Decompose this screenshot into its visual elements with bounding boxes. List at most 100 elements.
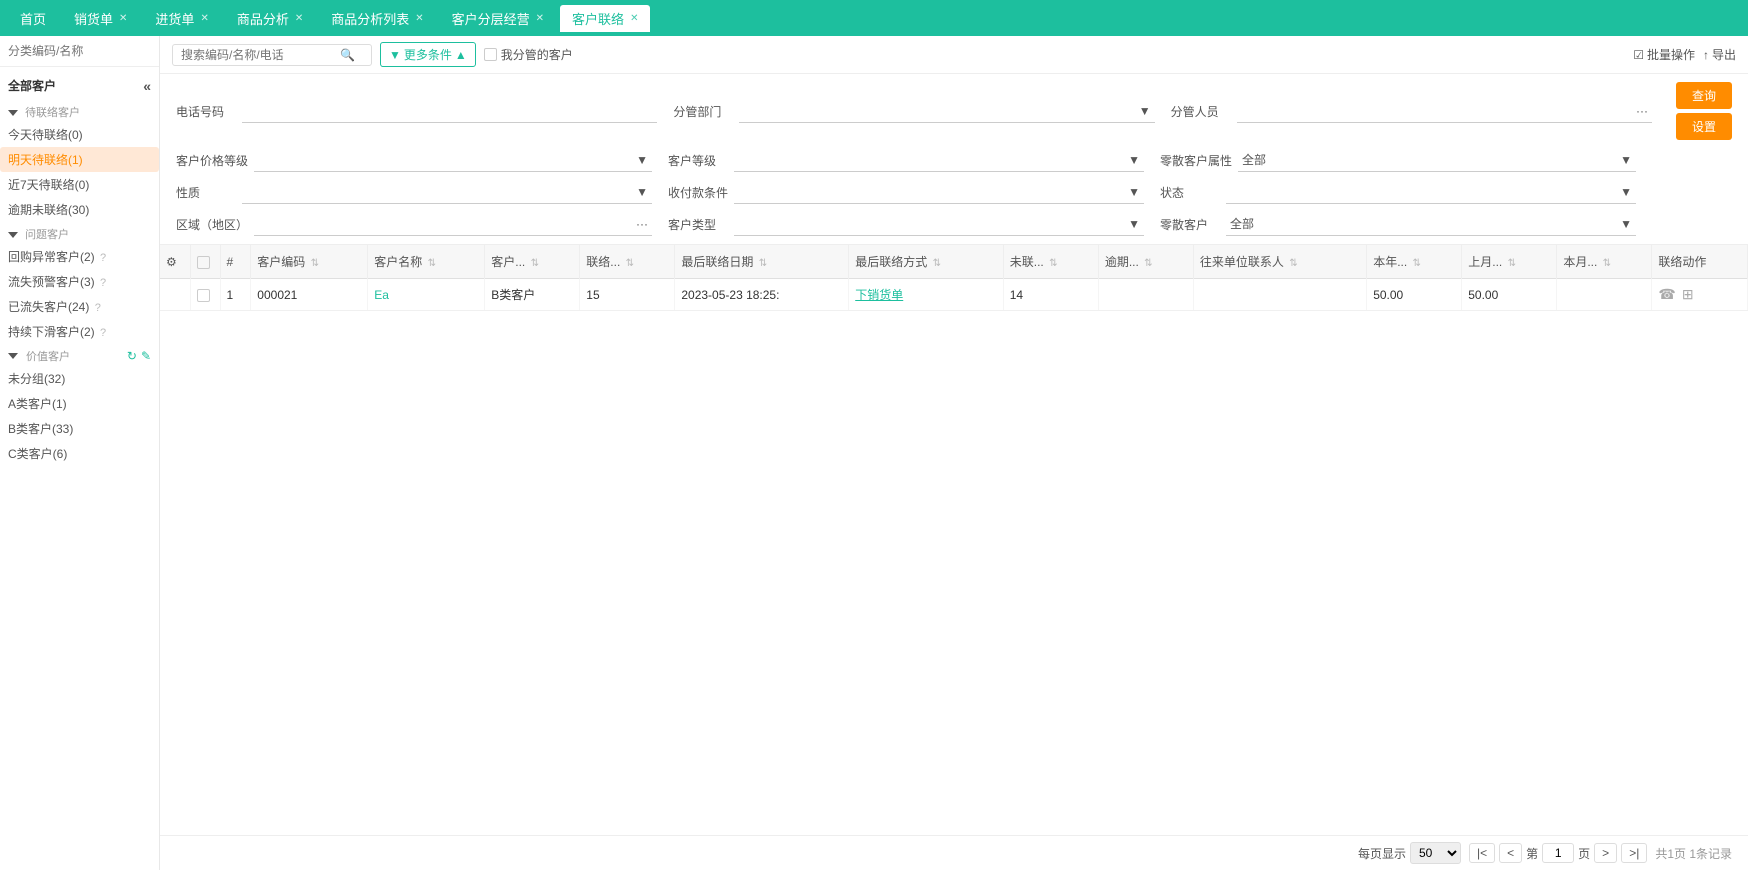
payment-chevron: ▼ <box>1128 185 1140 199</box>
filter-retail-attr-select[interactable]: 全部 ▼ <box>1238 148 1636 172</box>
nav-item-analysis[interactable]: 商品分析 ✕ <box>225 5 315 32</box>
sidebar-item-week-pending[interactable]: 近7天待联络(0) <box>0 172 159 197</box>
batch-checkbox-icon: ☑ <box>1633 48 1644 62</box>
filter-payment-select[interactable]: ▼ <box>734 180 1144 204</box>
nav-close-customer-contact[interactable]: ✕ <box>630 13 638 24</box>
sort-overdue-icon[interactable]: ⇅ <box>1144 258 1152 269</box>
sidebar-item-ungrouped[interactable]: 未分组(32) <box>0 366 159 391</box>
row-actions: ☎ ⊞ <box>1652 279 1748 311</box>
row-method-link[interactable]: 下销货单 <box>855 288 903 302</box>
sidebar-item-overdue-pending[interactable]: 逾期未联络(30) <box>0 197 159 222</box>
page-size-control: 每页显示 50 100 200 <box>1358 842 1461 864</box>
export-icon: ↑ <box>1703 48 1709 62</box>
gear-config-icon[interactable]: ⚙ <box>166 255 177 269</box>
table-row: 1 000021 Ea B类客户 15 2023-05-23 18:25: 下销… <box>160 279 1748 311</box>
sort-person-icon[interactable]: ⇅ <box>1289 258 1297 269</box>
manager-dots-icon[interactable]: ··· <box>1636 104 1648 118</box>
filter-manager-select[interactable]: ··· <box>1237 99 1652 123</box>
filter-search-icon[interactable]: 🔍 <box>340 48 355 62</box>
sidebar-item-repurchase-abnormal[interactable]: 回购异常客户(2) ? <box>0 244 159 269</box>
sort-last-month-icon[interactable]: ⇅ <box>1508 258 1516 269</box>
sidebar-item-lost-customers[interactable]: 已流失客户(24) ? <box>0 294 159 319</box>
nav-close-purchase[interactable]: ✕ <box>200 13 208 24</box>
refresh-icon-value[interactable]: ↻ <box>127 349 137 363</box>
filter-customer-type-select[interactable]: ▼ <box>734 212 1144 236</box>
nav-item-customer-contact[interactable]: 客户联络 ✕ <box>560 5 650 32</box>
filter-price-level-select[interactable]: ▼ <box>254 148 652 172</box>
row-this-year: 50.00 <box>1367 279 1462 311</box>
export-button[interactable]: ↑ 导出 <box>1703 46 1736 63</box>
sidebar-collapse-icon[interactable]: « <box>143 78 151 94</box>
filter-retail-customer-select[interactable]: 全部 ▼ <box>1226 212 1636 236</box>
sort-method-icon[interactable]: ⇅ <box>933 258 941 269</box>
query-button[interactable]: 查询 <box>1676 82 1732 109</box>
filter-nature-select[interactable]: ▼ <box>242 180 652 204</box>
th-actions: 联络动作 <box>1652 245 1748 279</box>
row-last-date: 2023-05-23 18:25: <box>675 279 849 311</box>
filter-phone-input[interactable] <box>242 99 657 123</box>
nav-item-home[interactable]: 首页 <box>8 5 58 32</box>
sort-this-month-icon[interactable]: ⇅ <box>1603 258 1611 269</box>
page-number-input[interactable] <box>1542 843 1574 863</box>
first-page-button[interactable]: |< <box>1469 843 1495 863</box>
sidebar-item-b-class[interactable]: B类客户(33) <box>0 416 159 441</box>
sidebar-item-today-pending[interactable]: 今天待联络(0) <box>0 122 159 147</box>
nav-item-sales[interactable]: 销货单 ✕ <box>62 5 139 32</box>
filter-customer-level-field: 客户等级 ▼ <box>668 148 1144 172</box>
adv-filter-row1: 电话号码 分管部门 ▼ 分管人员 ··· <box>176 82 1732 140</box>
sort-code-icon[interactable]: ⇅ <box>311 258 319 269</box>
filter-more-conditions[interactable]: ▼ 更多条件 ▲ <box>380 42 476 67</box>
funnel-icon: ▼ <box>389 48 401 62</box>
sidebar-search-input[interactable] <box>8 44 160 58</box>
sort-name-icon[interactable]: ⇅ <box>428 258 436 269</box>
th-this-month: 本月... ⇅ <box>1557 245 1652 279</box>
row-contact-person <box>1193 279 1366 311</box>
batch-ops-button[interactable]: ☑ 批量操作 <box>1633 46 1695 63</box>
prev-page-button[interactable]: < <box>1499 843 1522 863</box>
row-action-phone-icon[interactable]: ☎ <box>1658 286 1675 303</box>
nav-close-sales[interactable]: ✕ <box>119 13 127 24</box>
set-button[interactable]: 设置 <box>1676 113 1732 140</box>
sidebar-item-declining[interactable]: 持续下滑客户(2) ? <box>0 319 159 344</box>
select-all-checkbox[interactable] <box>197 256 210 269</box>
sidebar-all-customers[interactable]: 全部客户 « <box>8 73 151 98</box>
sidebar-item-tomorrow-pending[interactable]: 明天待联络(1) <box>0 147 159 172</box>
row-code: 000021 <box>251 279 368 311</box>
page-size-select[interactable]: 50 100 200 <box>1410 842 1461 864</box>
sort-type-icon[interactable]: ⇅ <box>531 258 539 269</box>
help-icon-churn: ? <box>100 277 106 289</box>
edit-icon-value[interactable]: ✎ <box>141 349 151 363</box>
adv-filter-row3: 性质 ▼ 收付款条件 ▼ 状态 <box>176 180 1732 204</box>
sidebar-item-churn-warning[interactable]: 流失预警客户(3) ? <box>0 269 159 294</box>
nav-close-analysis[interactable]: ✕ <box>295 13 303 24</box>
row-select-checkbox[interactable] <box>197 289 210 302</box>
row-action-grid-icon[interactable]: ⊞ <box>1682 286 1694 303</box>
phone-input[interactable] <box>246 104 653 118</box>
sidebar-item-c-class[interactable]: C类客户(6) <box>0 441 159 466</box>
nav-item-customer-tier[interactable]: 客户分层经营 ✕ <box>440 5 556 32</box>
sort-contact-icon[interactable]: ⇅ <box>626 258 634 269</box>
filter-dept-select[interactable]: ▼ <box>739 99 1154 123</box>
th-last-month: 上月... ⇅ <box>1462 245 1557 279</box>
sort-date-icon[interactable]: ⇅ <box>759 258 767 269</box>
nav-item-purchase[interactable]: 进货单 ✕ <box>143 5 220 32</box>
nav-item-analysis-list[interactable]: 商品分析列表 ✕ <box>319 5 435 32</box>
filter-status-select[interactable]: ▼ <box>1226 180 1636 204</box>
next-page-button[interactable]: > <box>1594 843 1617 863</box>
area-dots-icon[interactable]: ··· <box>636 217 648 231</box>
nav-close-analysis-list[interactable]: ✕ <box>415 13 423 24</box>
last-page-button[interactable]: >| <box>1621 843 1647 863</box>
sidebar-item-a-class[interactable]: A类客户(1) <box>0 391 159 416</box>
filter-dept-field: 分管部门 ▼ <box>673 99 1154 123</box>
filter-payment-field: 收付款条件 ▼ <box>668 180 1144 204</box>
filter-customer-level-select[interactable]: ▼ <box>734 148 1144 172</box>
retail-customer-chevron: ▼ <box>1620 217 1632 231</box>
sort-unlink-icon[interactable]: ⇅ <box>1049 258 1057 269</box>
filter-area-select[interactable]: ··· <box>254 212 652 236</box>
content-area: 🔍 ▼ 更多条件 ▲ 我分管的客户 ☑ 批量操作 ↑ 导出 <box>160 36 1748 870</box>
help-icon-repurchase: ? <box>100 252 106 264</box>
filter-search-input[interactable] <box>181 48 336 62</box>
my-customers-checkbox[interactable] <box>484 48 497 61</box>
sort-this-year-icon[interactable]: ⇅ <box>1413 258 1421 269</box>
nav-close-customer-tier[interactable]: ✕ <box>536 13 544 24</box>
